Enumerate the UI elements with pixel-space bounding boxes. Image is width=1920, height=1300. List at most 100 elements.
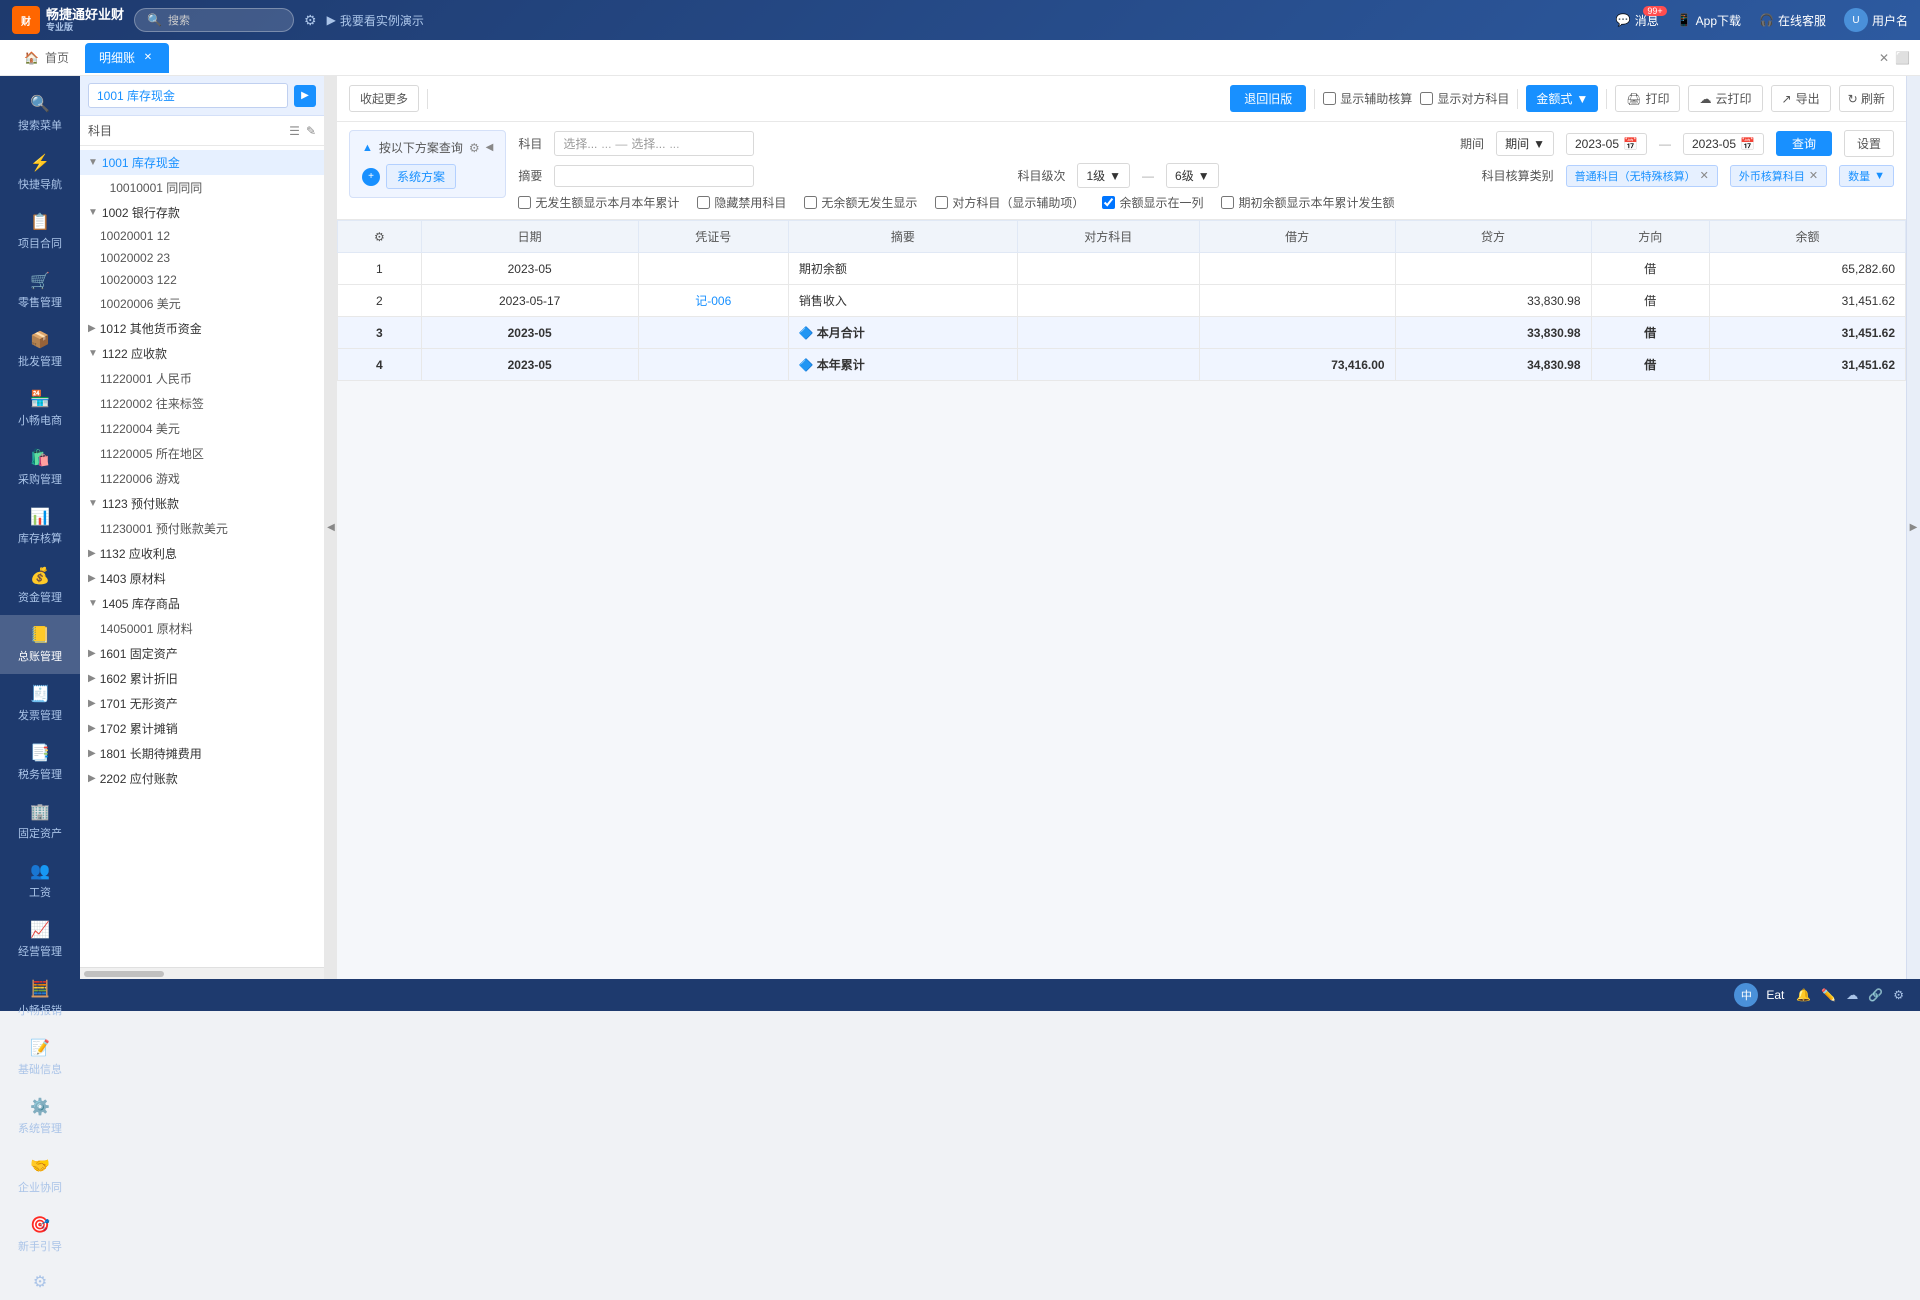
cb-hide-used-input[interactable]	[697, 196, 710, 209]
tree-item-10020002[interactable]: 10020002 23	[80, 247, 324, 269]
mode-btn[interactable]: 金额式 ▼	[1526, 85, 1598, 112]
settings-icon[interactable]: ⚙	[304, 12, 317, 29]
level-end-select[interactable]: 6级 ▼	[1166, 163, 1219, 188]
th-gear[interactable]: ⚙	[338, 221, 422, 253]
cb-show-opposite-input[interactable]	[935, 196, 948, 209]
sidebar-item-finance[interactable]: 💰 资金管理	[0, 556, 80, 615]
link-icon[interactable]: 🔗	[1868, 988, 1883, 1002]
expand-more-btn[interactable]: 收起更多	[349, 85, 419, 112]
cb-show-balance-col[interactable]: 余额显示在一列	[1102, 194, 1203, 211]
voucher-link-2[interactable]: 记-006	[695, 294, 731, 308]
tree-item-14050001[interactable]: 14050001 原材料	[80, 616, 324, 641]
tree-item-1132[interactable]: ▶ 1132 应收利息	[80, 541, 324, 566]
tree-item-11220002[interactable]: 11220002 往来标签	[80, 391, 324, 416]
show-assist-checkbox[interactable]: 显示辅助核算	[1323, 90, 1412, 107]
pen-icon[interactable]: ✏️	[1821, 988, 1836, 1002]
tree-item-1602[interactable]: ▶ 1602 累计折旧	[80, 666, 324, 691]
tab-detail[interactable]: 明细账 ✕	[85, 43, 169, 73]
sidebar-item-guide[interactable]: 🎯 新手引导	[0, 1205, 80, 1264]
sidebar-gear-icon[interactable]: ⚙	[33, 1274, 47, 1291]
show-opposite-checkbox[interactable]: 显示对方科目	[1420, 90, 1509, 107]
back-old-version-btn[interactable]: 退回旧版	[1230, 85, 1306, 112]
tab-close-btn[interactable]: ✕	[141, 51, 155, 65]
settings-btn[interactable]: 设置	[1844, 130, 1894, 157]
sidebar-item-search[interactable]: 🔍 搜索菜单	[0, 84, 80, 143]
tree-item-11230001[interactable]: 11230001 预付账款美元	[80, 516, 324, 541]
user-profile-btn[interactable]: U 用户名	[1844, 8, 1908, 32]
tree-item-10010001[interactable]: 10010001 同同同	[80, 175, 324, 200]
tree-item-10020001[interactable]: 10020001 12	[80, 225, 324, 247]
tree-item-1122[interactable]: ▼ 1122 应收款	[80, 341, 324, 366]
bell-icon[interactable]: 🔔	[1796, 988, 1811, 1002]
cb-no-amount[interactable]: 无发生额显示本月本年累计	[518, 194, 679, 211]
tree-item-11220001[interactable]: 11220001 人民币	[80, 366, 324, 391]
sidebar-item-system[interactable]: ⚙️ 系统管理	[0, 1087, 80, 1146]
cb-hide-used[interactable]: 隐藏禁用科目	[697, 194, 786, 211]
subject-select[interactable]: 选择... ... — 选择... ...	[554, 131, 754, 156]
cb-no-amount-input[interactable]	[518, 196, 531, 209]
cb-show-begin-input[interactable]	[1221, 196, 1234, 209]
list-icon[interactable]: ☰	[289, 124, 300, 138]
sidebar-item-invoice[interactable]: 🧾 发票管理	[0, 674, 80, 733]
scheme-collapse-icon[interactable]: ◀	[486, 142, 494, 153]
sidebar-item-retail[interactable]: 🛒 零售管理	[0, 261, 80, 320]
show-opposite-input[interactable]	[1420, 92, 1433, 105]
settings-bottom-icon[interactable]: ⚙	[1893, 988, 1904, 1002]
sidebar-item-inventory[interactable]: 📊 库存核算	[0, 497, 80, 556]
sidebar-item-tax[interactable]: 📑 税务管理	[0, 733, 80, 792]
tree-item-11220006[interactable]: 11220006 游戏	[80, 466, 324, 491]
account-scrollbar-h[interactable]	[80, 967, 324, 979]
lang-switch-btn[interactable]: 中	[1734, 983, 1758, 1007]
cb-no-balance-input[interactable]	[804, 196, 817, 209]
tree-item-1403[interactable]: ▶ 1403 原材料	[80, 566, 324, 591]
app-download-btn[interactable]: 📱 App下载	[1677, 12, 1741, 29]
summary-input[interactable]	[554, 165, 754, 187]
cb-show-begin[interactable]: 期初余额显示本年累计发生额	[1221, 194, 1394, 211]
sidebar-item-hr[interactable]: 👥 工资	[0, 851, 80, 910]
category-tag-1-close[interactable]: ✕	[1809, 169, 1818, 182]
tree-item-1012[interactable]: ▶ 1012 其他货币资金	[80, 316, 324, 341]
show-assist-input[interactable]	[1323, 92, 1336, 105]
cb-show-balance-col-input[interactable]	[1102, 196, 1115, 209]
tree-item-10020006[interactable]: 10020006 美元	[80, 291, 324, 316]
tree-item-1123[interactable]: ▼ 1123 预付账款	[80, 491, 324, 516]
tree-item-10020003[interactable]: 10020003 122	[80, 269, 324, 291]
tab-maximize-icon[interactable]: ⬜	[1895, 51, 1910, 65]
cb-show-opposite[interactable]: 对方科目（显示辅助项）	[935, 194, 1084, 211]
tree-item-1702[interactable]: ▶ 1702 累计摊销	[80, 716, 324, 741]
category-tag-0-close[interactable]: ✕	[1700, 169, 1709, 182]
account-nav-btn[interactable]: ▶	[294, 85, 316, 107]
sidebar-item-purchase[interactable]: 🛍️ 采购管理	[0, 438, 80, 497]
message-btn[interactable]: 💬 消息 99+	[1616, 12, 1659, 29]
period-end-picker[interactable]: 2023-05 📅	[1683, 133, 1764, 155]
export-btn[interactable]: ↗ 导出	[1771, 85, 1831, 112]
sidebar-item-assets[interactable]: 🏢 固定资产	[0, 792, 80, 851]
period-type-select[interactable]: 期间 ▼	[1496, 131, 1554, 156]
tree-item-1801[interactable]: ▶ 1801 长期待摊费用	[80, 741, 324, 766]
scheme-add-btn[interactable]: +	[362, 168, 380, 186]
top-search-box[interactable]: 🔍 搜索	[134, 8, 294, 32]
cloud-sync-icon[interactable]: ☁	[1846, 988, 1858, 1002]
sidebar-item-wholesale[interactable]: 📦 批发管理	[0, 320, 80, 379]
query-btn[interactable]: 查询	[1776, 131, 1832, 156]
demo-link[interactable]: ▶ 我要看实例演示	[327, 12, 424, 29]
sidebar-item-project[interactable]: 📋 项目合同	[0, 202, 80, 261]
tree-item-1701[interactable]: ▶ 1701 无形资产	[80, 691, 324, 716]
sidebar-item-basic[interactable]: 📝 基础信息	[0, 1028, 80, 1087]
tree-item-1002[interactable]: ▼ 1002 银行存款	[80, 200, 324, 225]
tab-close-icon[interactable]: ✕	[1879, 51, 1889, 65]
cb-no-balance[interactable]: 无余额无发生显示	[804, 194, 917, 211]
sidebar-item-shop[interactable]: 🏪 小畅电商	[0, 379, 80, 438]
refresh-btn[interactable]: ↻ 刷新	[1839, 85, 1894, 112]
tab-home[interactable]: 🏠 首页	[10, 43, 83, 73]
account-code-display[interactable]: 1001 库存现金	[88, 83, 288, 108]
cloud-print-btn[interactable]: ☁ 云打印	[1688, 85, 1762, 112]
right-panel-toggle[interactable]: ▶	[1906, 76, 1920, 979]
sidebar-item-ledger[interactable]: 📒 总账管理	[0, 615, 80, 674]
tree-item-11220005[interactable]: 11220005 所在地区	[80, 441, 324, 466]
scheme-settings-icon[interactable]: ⚙	[469, 141, 480, 155]
sidebar-item-operations[interactable]: 📈 经营管理	[0, 910, 80, 969]
print-btn[interactable]: 🖨 打印	[1615, 85, 1680, 112]
sidebar-item-quicknav[interactable]: ⚡ 快捷导航	[0, 143, 80, 202]
tree-item-1405[interactable]: ▼ 1405 库存商品	[80, 591, 324, 616]
